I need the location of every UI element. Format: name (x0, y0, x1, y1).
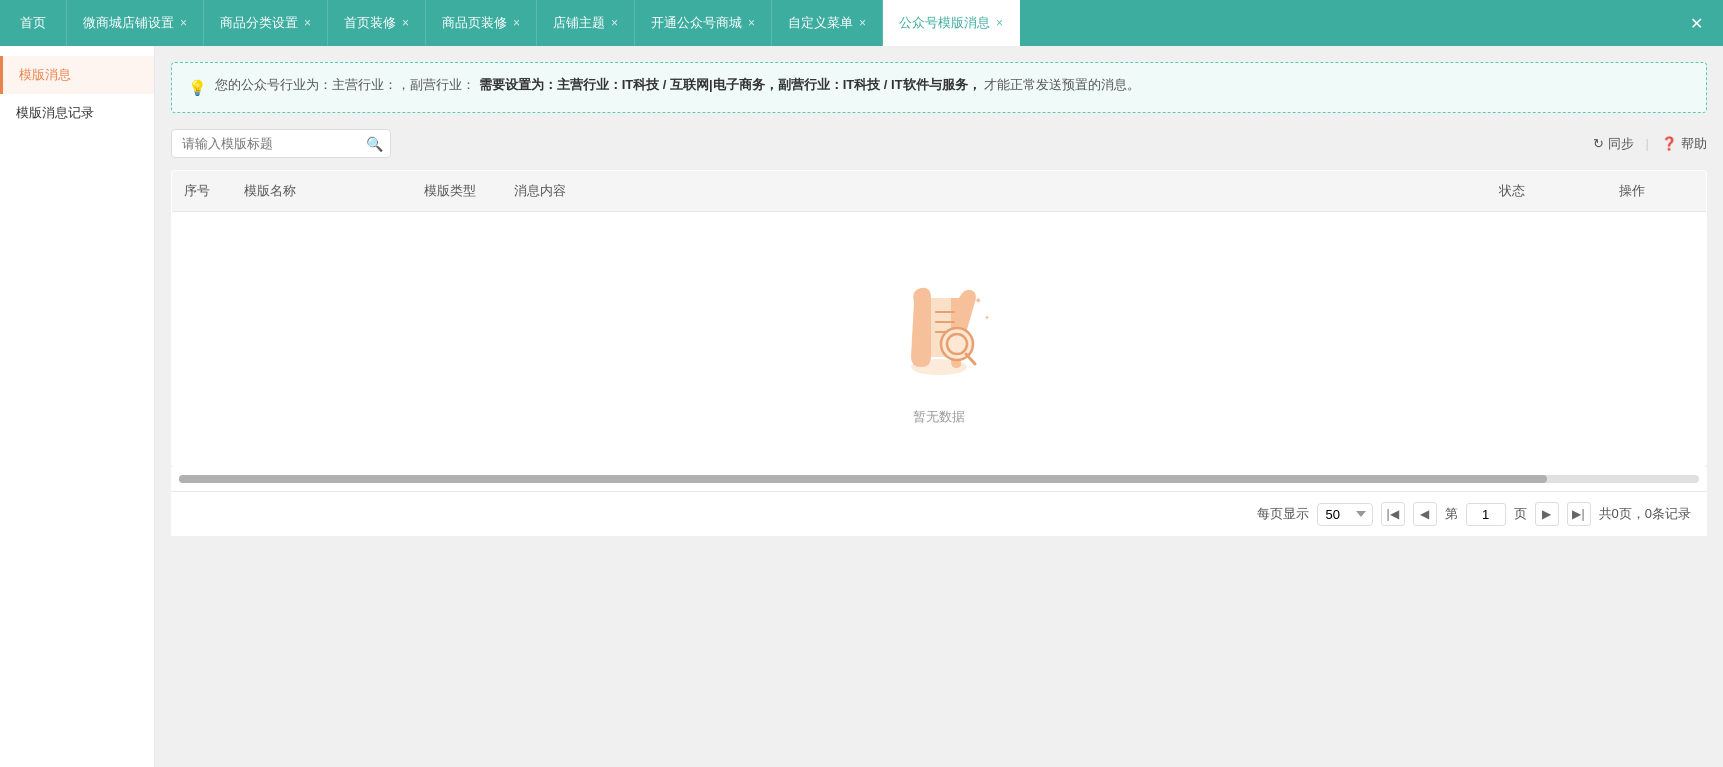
empty-text: 暂无数据 (913, 408, 965, 426)
sidebar-item-template-msg-log[interactable]: 模版消息记录 (0, 94, 154, 132)
tab-bar: 首页微商城店铺设置×商品分类设置×首页装修×商品页装修×店铺主题×开通公众号商城… (0, 0, 1723, 46)
sync-label: 同步 (1608, 135, 1634, 153)
scroll-bar-row (171, 467, 1707, 491)
svg-text:✦: ✦ (984, 314, 990, 321)
page-prefix: 第 (1445, 505, 1458, 523)
col-actions: 操作 (1607, 171, 1707, 212)
help-label: 帮助 (1681, 135, 1707, 153)
tab-item-template-msg[interactable]: 公众号模版消息× (883, 0, 1020, 46)
tab-item-store-theme[interactable]: 店铺主题× (537, 0, 635, 46)
toolbar-divider: | (1646, 136, 1649, 151)
tab-item-store-settings[interactable]: 微商城店铺设置× (67, 0, 204, 46)
search-row: 🔍 ↻ 同步 | ❓ 帮助 (171, 129, 1707, 158)
tab-item-product-decor[interactable]: 商品页装修× (426, 0, 537, 46)
page-size-select[interactable]: 102050100 (1317, 503, 1373, 526)
tab-close-custom-menu[interactable]: × (859, 16, 866, 30)
content-area: 💡 您的公众号行业为：主营行业：，副营行业： 需要设置为：主营行业：IT科技 /… (155, 46, 1723, 767)
svg-line-6 (966, 354, 975, 364)
total-text: 共0页，0条记录 (1599, 505, 1691, 523)
search-wrap: 🔍 (171, 129, 391, 158)
empty-state-row: ✦ ✦ 暂无数据 (172, 212, 1707, 467)
page-first-icon[interactable]: |◀ (1381, 502, 1405, 526)
notice-highlight: 需要设置为：主营行业：IT科技 / 互联网|电子商务，副营行业：IT科技 / I… (479, 77, 981, 92)
toolbar-right: ↻ 同步 | ❓ 帮助 (1593, 135, 1707, 153)
col-content: 消息内容 (502, 171, 1487, 212)
tab-close-store-theme[interactable]: × (611, 16, 618, 30)
help-icon: ❓ (1661, 136, 1677, 151)
page-prev-icon[interactable]: ◀ (1413, 502, 1437, 526)
sidebar-item-template-msg[interactable]: 模版消息 (0, 56, 154, 94)
tab-item-home[interactable]: 首页 (0, 0, 67, 46)
bulb-icon: 💡 (188, 76, 207, 100)
scroll-track[interactable] (179, 475, 1699, 483)
tab-item-home-decor[interactable]: 首页装修× (328, 0, 426, 46)
tab-close-template-msg[interactable]: × (996, 16, 1003, 30)
empty-illustration: ✦ ✦ (879, 272, 999, 392)
scroll-thumb[interactable] (179, 475, 1547, 483)
tab-close-category-settings[interactable]: × (304, 16, 311, 30)
sync-icon: ↻ (1593, 136, 1604, 151)
sync-button[interactable]: ↻ 同步 (1593, 135, 1634, 153)
col-type: 模版类型 (412, 171, 502, 212)
page-last-icon[interactable]: ▶| (1567, 502, 1591, 526)
tab-close-open-mall[interactable]: × (748, 16, 755, 30)
tab-close-store-settings[interactable]: × (180, 16, 187, 30)
tab-item-category-settings[interactable]: 商品分类设置× (204, 0, 328, 46)
notice-text: 您的公众号行业为：主营行业：，副营行业： 需要设置为：主营行业：IT科技 / 互… (215, 75, 1140, 96)
page-next-icon[interactable]: ▶ (1535, 502, 1559, 526)
data-table: 序号模版名称模版类型消息内容状态操作 (171, 170, 1707, 467)
table-header-row: 序号模版名称模版类型消息内容状态操作 (172, 171, 1707, 212)
notice-banner: 💡 您的公众号行业为：主营行业：，副营行业： 需要设置为：主营行业：IT科技 /… (171, 62, 1707, 113)
search-icon[interactable]: 🔍 (366, 136, 383, 152)
tab-close-home-decor[interactable]: × (402, 16, 409, 30)
col-status: 状态 (1487, 171, 1607, 212)
help-button[interactable]: ❓ 帮助 (1661, 135, 1707, 153)
search-input[interactable] (171, 129, 391, 158)
tab-item-open-mall[interactable]: 开通公众号商城× (635, 0, 772, 46)
page-label: 页 (1514, 505, 1527, 523)
main-layout: 模版消息模版消息记录 💡 您的公众号行业为：主营行业：，副营行业： 需要设置为：… (0, 46, 1723, 767)
svg-text:✦: ✦ (974, 295, 982, 306)
empty-state: ✦ ✦ 暂无数据 (172, 212, 1706, 466)
page-input[interactable] (1466, 503, 1506, 526)
pagination-row: 每页显示 102050100 |◀ ◀ 第 页 ▶ ▶| 共0页，0条记录 (171, 491, 1707, 536)
col-name: 模版名称 (232, 171, 412, 212)
col-index: 序号 (172, 171, 232, 212)
sidebar: 模版消息模版消息记录 (0, 46, 155, 767)
page-size-label: 每页显示 (1257, 505, 1309, 523)
global-close-button[interactable]: ✕ (1670, 0, 1723, 46)
tab-item-custom-menu[interactable]: 自定义菜单× (772, 0, 883, 46)
tab-close-product-decor[interactable]: × (513, 16, 520, 30)
